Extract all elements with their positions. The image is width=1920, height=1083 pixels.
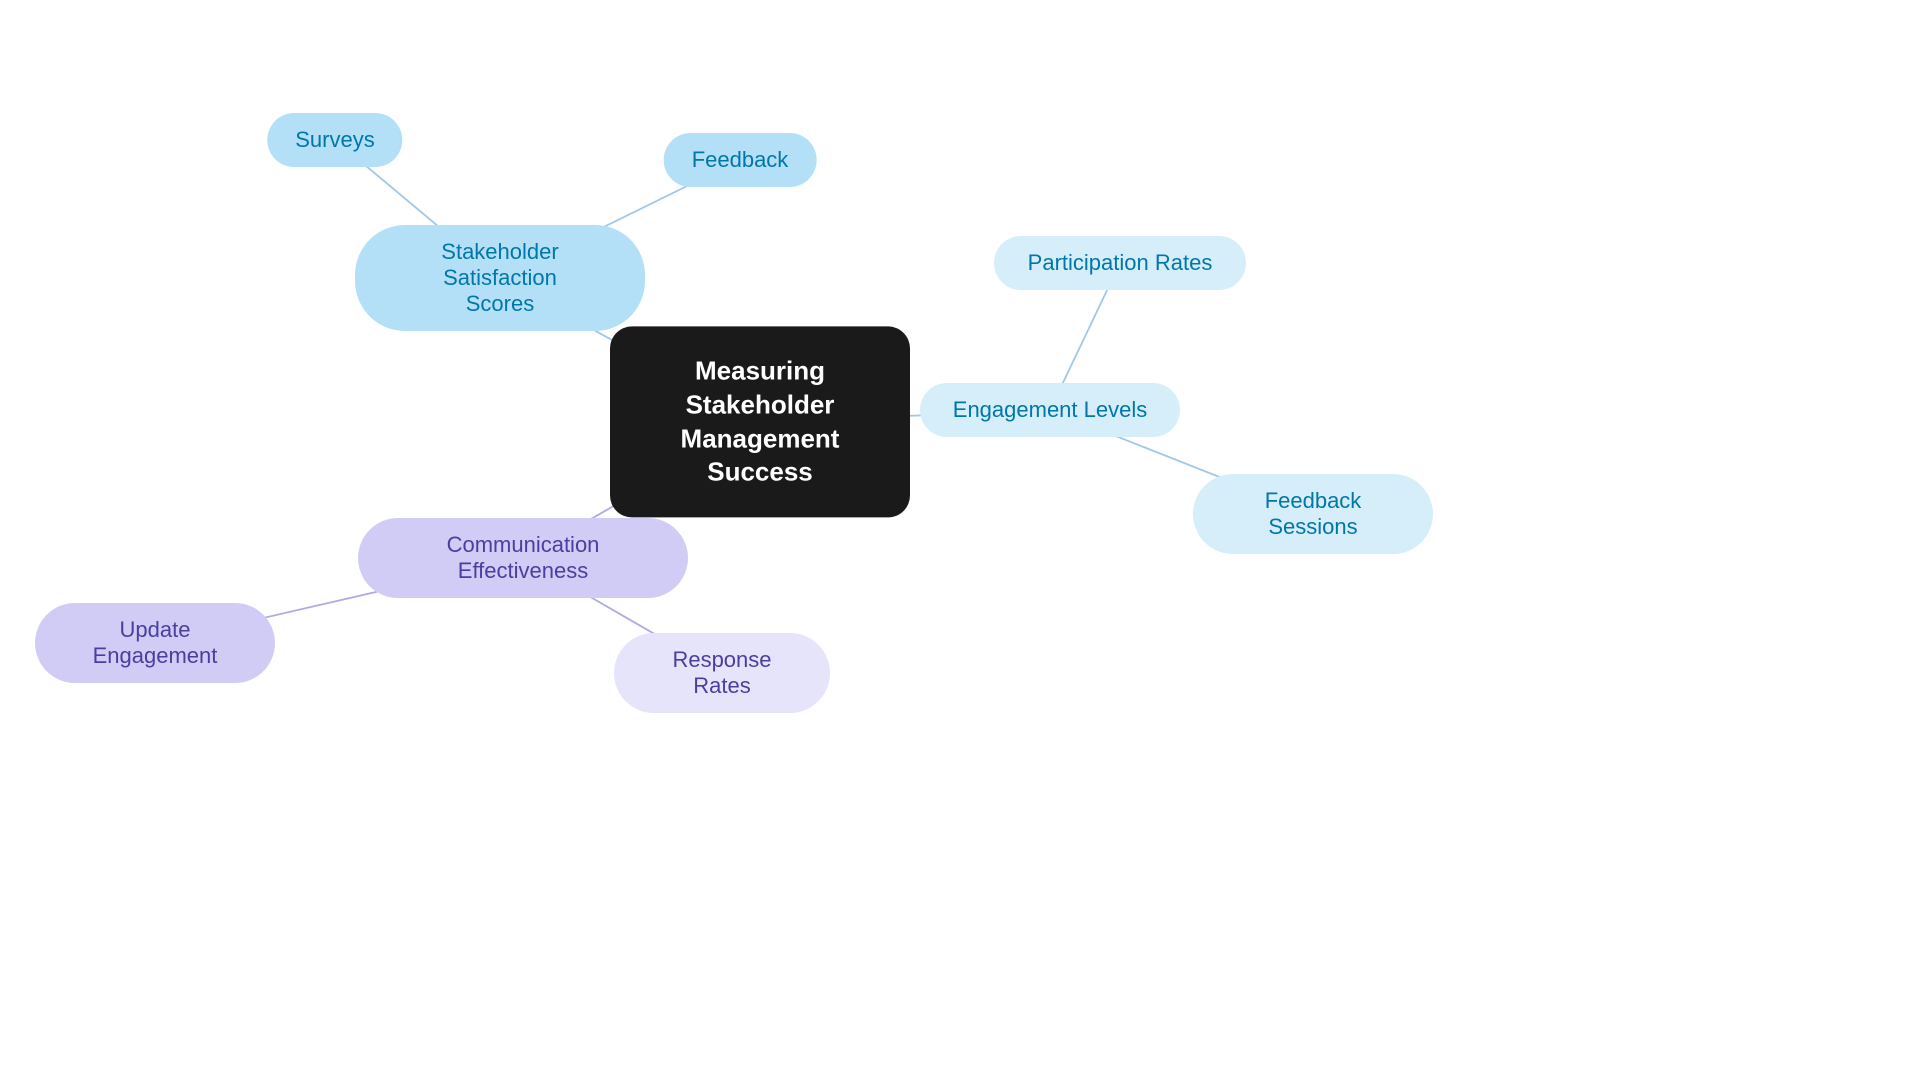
participation-rates-label: Participation Rates <box>1028 250 1213 276</box>
engagement-levels-node: Engagement Levels <box>920 383 1180 437</box>
center-node: Measuring StakeholderManagement Success <box>610 326 910 517</box>
feedback-label: Feedback <box>692 147 789 173</box>
response-rates-node: Response Rates <box>614 633 830 713</box>
center-node-label: Measuring StakeholderManagement Success <box>654 354 866 489</box>
feedback-sessions-label: Feedback Sessions <box>1221 488 1405 540</box>
participation-rates-node: Participation Rates <box>994 236 1246 290</box>
update-engagement-label: Update Engagement <box>63 617 247 669</box>
stakeholder-satisfaction-node: Stakeholder SatisfactionScores <box>355 225 645 331</box>
response-rates-label: Response Rates <box>642 647 802 699</box>
feedback-sessions-node: Feedback Sessions <box>1193 474 1433 554</box>
surveys-label: Surveys <box>295 127 374 153</box>
engagement-levels-label: Engagement Levels <box>953 397 1147 423</box>
mindmap-canvas: Measuring StakeholderManagement Success … <box>0 0 1920 1083</box>
stakeholder-satisfaction-label: Stakeholder SatisfactionScores <box>383 239 617 317</box>
update-engagement-node: Update Engagement <box>35 603 275 683</box>
feedback-node: Feedback <box>664 133 817 187</box>
communication-effectiveness-label: Communication Effectiveness <box>386 532 660 584</box>
surveys-node: Surveys <box>267 113 402 167</box>
communication-effectiveness-node: Communication Effectiveness <box>358 518 688 598</box>
